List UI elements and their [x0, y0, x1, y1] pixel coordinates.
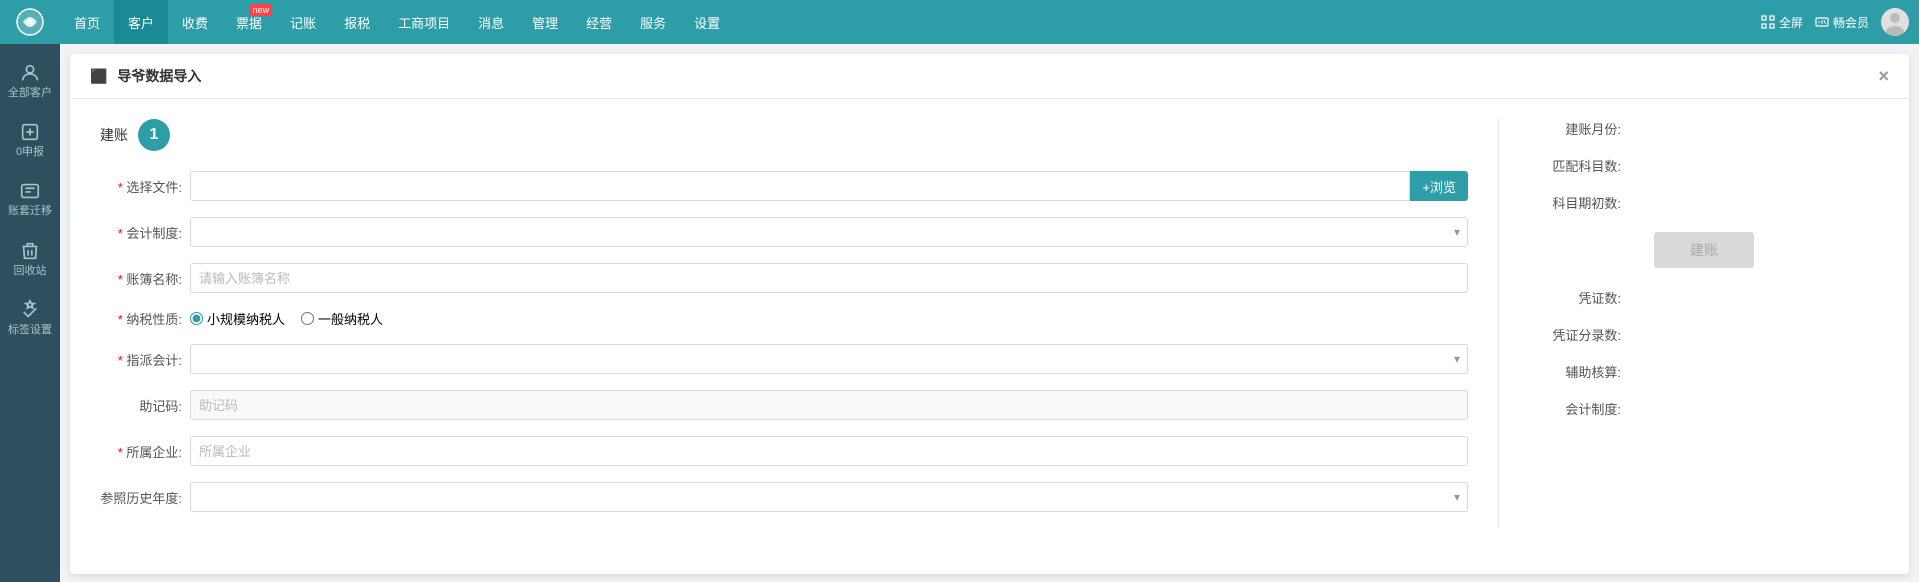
sidebar-item-account-migration-label: 账套迁移	[8, 205, 52, 218]
company-label: 所属企业:	[100, 442, 190, 461]
nav-item-manage[interactable]: 管理	[518, 0, 572, 44]
file-label: 选择文件:	[100, 177, 190, 196]
nav-items-list: 首页 客户 收费 票据 new 记账 报税 工商项目 消息 管理 经营 服务 设…	[60, 0, 1761, 44]
user-avatar[interactable]	[1881, 8, 1909, 36]
right-auxiliary-row: 辅助核算:	[1529, 362, 1879, 381]
history-year-label: 参照历史年度:	[100, 488, 190, 507]
import-icon: ⬛	[90, 68, 107, 84]
dialog-header: ⬛ 导爷数据导入 ×	[70, 54, 1909, 99]
accountant-select-wrapper	[190, 344, 1468, 374]
right-match-row: 匹配科目数:	[1529, 156, 1879, 175]
tax-type-row: 纳税性质: 小规模纳税人 一般纳税人	[100, 309, 1468, 328]
right-subject-init-row: 科目期初数:	[1529, 193, 1879, 212]
right-voucher-entry-row: 凭证分录数:	[1529, 325, 1879, 344]
accounting-system-select[interactable]	[190, 217, 1468, 247]
nav-item-home[interactable]: 首页	[60, 0, 114, 44]
nav-item-invoice[interactable]: 票据 new	[222, 0, 276, 44]
radio-small-label: 小规模纳税人	[207, 309, 285, 328]
right-auxiliary-label: 辅助核算:	[1529, 362, 1629, 381]
sidebar-item-trash-label: 回收站	[14, 265, 47, 278]
browse-button[interactable]: +浏览	[1410, 171, 1468, 201]
radio-general-label: 一般纳税人	[318, 309, 383, 328]
fullscreen-label: 全屏	[1779, 14, 1803, 31]
nav-item-settings[interactable]: 设置	[680, 0, 734, 44]
history-year-select[interactable]	[190, 482, 1468, 512]
right-subject-init-label: 科目期初数:	[1529, 193, 1629, 212]
radio-general-taxpayer[interactable]: 一般纳税人	[301, 309, 383, 328]
ledger-name-row: 账簿名称:	[100, 263, 1468, 293]
company-row: 所属企业:	[100, 436, 1468, 466]
sidebar-item-zero-declare[interactable]: 0申报	[0, 113, 60, 167]
radio-small-taxpayer[interactable]: 小规模纳税人	[190, 309, 285, 328]
right-build-month-row: 建账月份:	[1529, 119, 1879, 138]
sidebar-item-all-customers[interactable]: 全部客户	[0, 54, 60, 108]
app-logo[interactable]	[10, 2, 50, 42]
sidebar-item-tag-settings-label: 标签设置	[8, 324, 52, 337]
ledger-name-input[interactable]	[190, 263, 1468, 293]
nav-item-fee[interactable]: 收费	[168, 0, 222, 44]
right-voucher-count-row: 凭证数:	[1529, 288, 1879, 307]
right-accounting-system-row: 会计制度:	[1529, 399, 1879, 418]
right-accounting-system-label: 会计制度:	[1529, 399, 1629, 418]
memo-code-input[interactable]	[190, 390, 1468, 420]
dialog-title-wrapper: ⬛ 导爷数据导入	[90, 66, 201, 86]
accounting-system-select-wrapper	[190, 217, 1468, 247]
tax-type-label: 纳税性质:	[100, 309, 190, 328]
memo-code-label: 助记码:	[100, 396, 190, 415]
radio-general-input[interactable]	[301, 312, 314, 325]
right-match-label: 匹配科目数:	[1529, 156, 1629, 175]
accounting-system-row: 会计制度:	[100, 217, 1468, 247]
import-dialog: ⬛ 导爷数据导入 × 建账 1 选择文件:	[70, 54, 1909, 574]
accountant-select[interactable]	[190, 344, 1468, 374]
nav-item-tax[interactable]: 报税	[330, 0, 384, 44]
form-left: 建账 1 选择文件: +浏览 会计制度:	[100, 119, 1499, 528]
nav-item-bookkeeping[interactable]: 记账	[276, 0, 330, 44]
right-voucher-count-label: 凭证数:	[1529, 288, 1629, 307]
build-account-button[interactable]: 建账	[1654, 232, 1754, 268]
history-year-row: 参照历史年度:	[100, 482, 1468, 512]
right-voucher-entry-label: 凭证分录数:	[1529, 325, 1629, 344]
history-year-select-wrapper	[190, 482, 1468, 512]
nav-right-controls: 全屏 畅会员	[1761, 8, 1909, 36]
accountant-label: 指派会计:	[100, 350, 190, 369]
ledger-name-label: 账簿名称:	[100, 269, 190, 288]
main-layout: 全部客户 0申报 账套迁移 回收站	[0, 44, 1919, 582]
new-badge: new	[250, 4, 273, 16]
nav-item-service[interactable]: 服务	[626, 0, 680, 44]
company-input[interactable]	[190, 436, 1468, 466]
file-input[interactable]	[190, 171, 1410, 201]
file-row: 选择文件: +浏览	[100, 171, 1468, 201]
dialog-body: 建账 1 选择文件: +浏览 会计制度:	[70, 99, 1909, 548]
file-input-group: +浏览	[190, 171, 1468, 201]
dialog-close-button[interactable]: ×	[1878, 67, 1889, 85]
sidebar: 全部客户 0申报 账套迁移 回收站	[0, 44, 60, 582]
step-label: 建账	[100, 125, 128, 145]
sidebar-item-trash[interactable]: 回收站	[0, 232, 60, 286]
sidebar-item-all-customers-label: 全部客户	[8, 87, 52, 100]
content-area: ⬛ 导爷数据导入 × 建账 1 选择文件:	[60, 44, 1919, 582]
sidebar-item-account-migration[interactable]: 账套迁移	[0, 172, 60, 226]
form-right: 建账月份: 匹配科目数: 科目期初数: 建账	[1499, 119, 1879, 528]
accountant-row: 指派会计:	[100, 344, 1468, 374]
sidebar-item-zero-declare-label: 0申报	[16, 146, 44, 159]
nav-item-business[interactable]: 工商项目	[384, 0, 464, 44]
memo-code-row: 助记码:	[100, 390, 1468, 420]
nav-item-message[interactable]: 消息	[464, 0, 518, 44]
nav-item-customer[interactable]: 客户	[114, 0, 168, 44]
vip-button[interactable]: 畅会员	[1815, 14, 1869, 31]
accounting-system-label: 会计制度:	[100, 223, 190, 242]
fullscreen-button[interactable]: 全屏	[1761, 14, 1803, 31]
vip-label: 畅会员	[1833, 14, 1869, 31]
tax-type-radio-group: 小规模纳税人 一般纳税人	[190, 309, 1468, 328]
top-navigation: 首页 客户 收费 票据 new 记账 报税 工商项目 消息 管理 经营 服务 设…	[0, 0, 1919, 44]
right-month-label: 建账月份:	[1529, 119, 1629, 138]
step-section: 建账 1	[100, 119, 1468, 151]
dialog-title: 导爷数据导入	[117, 68, 201, 84]
sidebar-item-tag-settings[interactable]: 标签设置	[0, 291, 60, 345]
radio-small-input[interactable]	[190, 312, 203, 325]
step-circle: 1	[138, 119, 170, 151]
nav-item-operation[interactable]: 经营	[572, 0, 626, 44]
